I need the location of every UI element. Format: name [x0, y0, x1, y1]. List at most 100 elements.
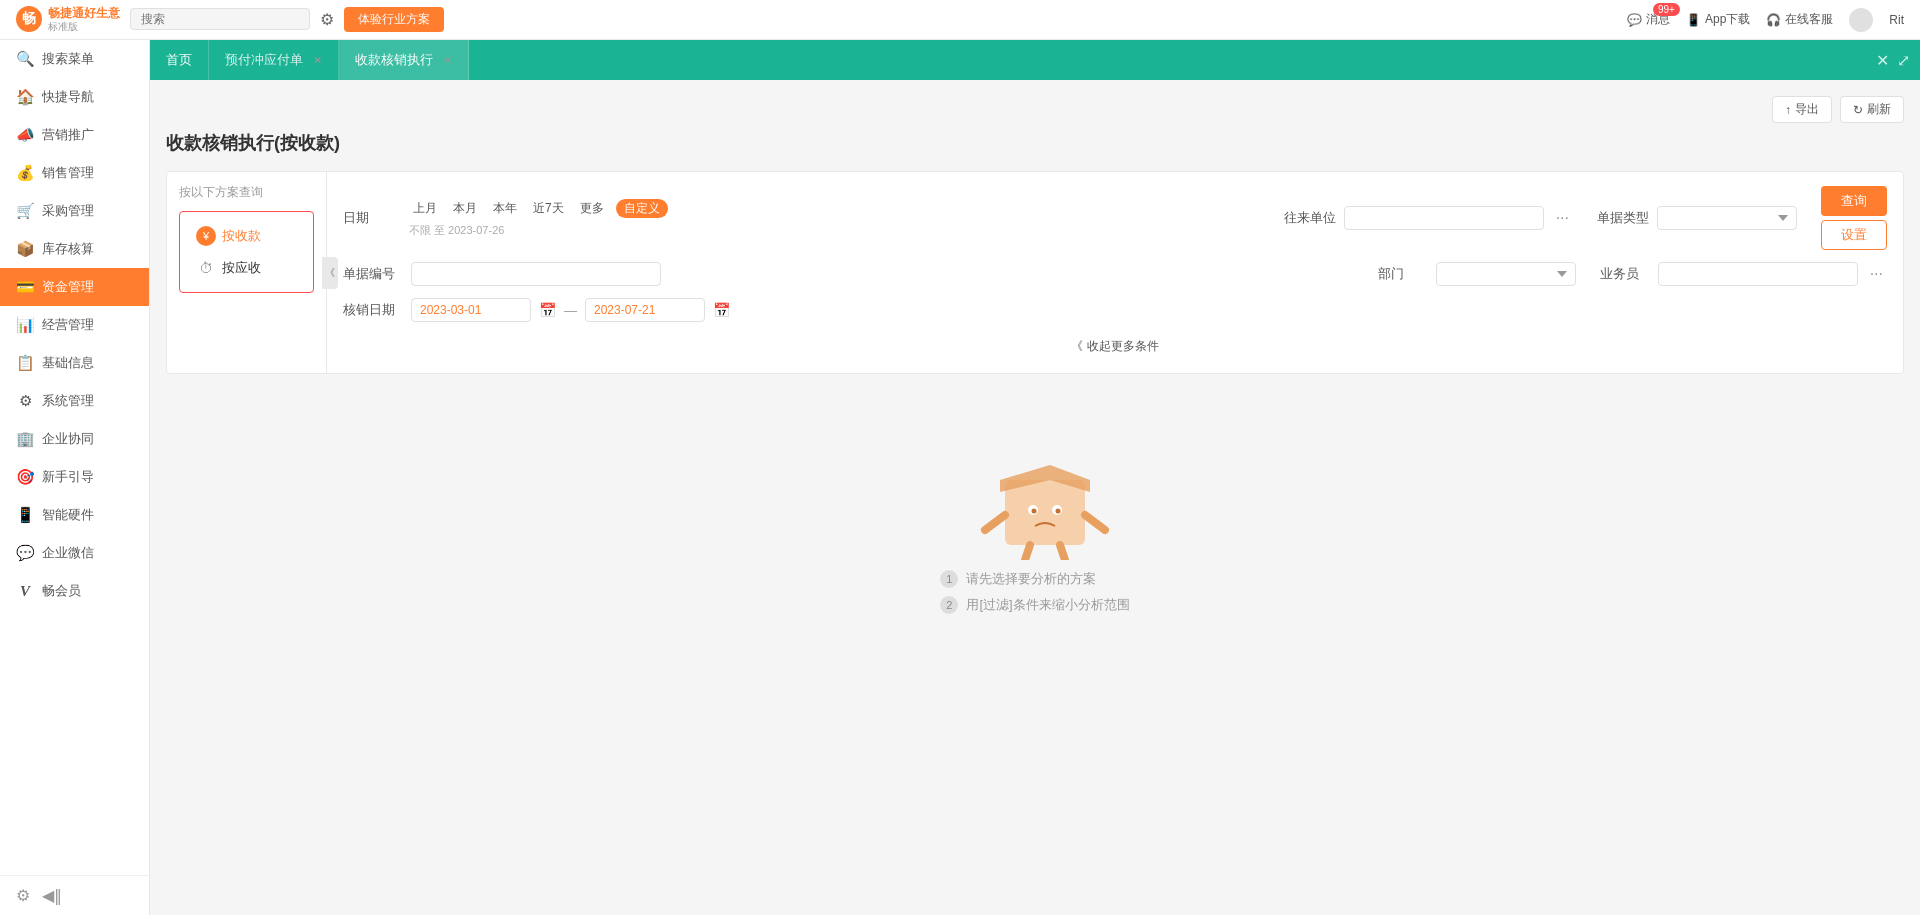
date-shortcut-more[interactable]: 更多: [576, 198, 608, 219]
bill-no-input[interactable]: [411, 262, 661, 286]
tab-home[interactable]: 首页: [150, 40, 209, 80]
tab-expand-button[interactable]: ⤢: [1897, 51, 1910, 70]
top-bar-left: 畅 畅捷通好生意 标准版 ⚙ 体验行业方案: [16, 6, 444, 32]
verify-date-end-calendar-icon[interactable]: 📅: [713, 302, 730, 318]
more-conditions-icon: 《: [1071, 338, 1083, 355]
verify-date-end-input[interactable]: [585, 298, 705, 322]
step-num-1: 1: [940, 570, 958, 588]
date-range-hint: 不限 至 2023-07-26: [409, 223, 668, 238]
sidebar-item-search-menu[interactable]: 🔍 搜索菜单: [0, 40, 149, 78]
bill-type-label: 单据类型: [1597, 209, 1649, 227]
more-conditions-label: 收起更多条件: [1087, 338, 1159, 355]
finance-icon: 💳: [16, 278, 34, 296]
sidebar-label-finance: 资金管理: [42, 278, 94, 296]
empty-step-2: 2 用[过滤]条件来缩小分析范围: [940, 596, 1129, 614]
dept-select[interactable]: [1436, 262, 1576, 286]
user-name: Rit: [1889, 13, 1904, 27]
empty-svg: [975, 450, 1115, 560]
content-area: 首页 预付冲应付单 ✕ 收款核销执行 ✕ ✕ ⤢ ↑ 导出: [150, 40, 1920, 915]
empty-text: 1 请先选择要分析的方案 2 用[过滤]条件来缩小分析范围: [940, 570, 1129, 614]
sidebar-item-guide[interactable]: 🎯 新手引导: [0, 458, 149, 496]
svg-point-5: [1056, 509, 1061, 514]
filter-right-panel: 日期 上月 本月 本年 近7天 更多 自定义 不限 至 2023-07-26: [327, 172, 1903, 373]
tab-receipt[interactable]: 收款核销执行 ✕: [339, 40, 469, 80]
tab-prepay[interactable]: 预付冲应付单 ✕: [209, 40, 339, 80]
sidebar-item-operations[interactable]: 📊 经营管理: [0, 306, 149, 344]
query-button[interactable]: 查询: [1821, 186, 1887, 216]
inventory-icon: 📦: [16, 240, 34, 258]
by-receipt-icon: ¥: [196, 226, 216, 246]
verify-date-start-calendar-icon[interactable]: 📅: [539, 302, 556, 318]
filter-left-title: 按以下方案查询: [179, 184, 314, 201]
sidebar-label-sales: 销售管理: [42, 164, 94, 182]
filter-option-by-receivable-label: 按应收: [222, 259, 261, 277]
message-area[interactable]: 💬 消息 99+: [1627, 11, 1670, 28]
sidebar-label-member: 畅会员: [42, 582, 81, 600]
sidebar-item-wechat[interactable]: 💬 企业微信: [0, 534, 149, 572]
app-name: 畅捷通好生意: [48, 6, 120, 20]
bill-type-select[interactable]: [1657, 206, 1797, 230]
setting-button[interactable]: 设置: [1821, 220, 1887, 250]
sidebar-bottom: ⚙ ◀‖: [0, 875, 149, 915]
verify-date-start-input[interactable]: [411, 298, 531, 322]
tab-prepay-close-icon[interactable]: ✕: [313, 54, 322, 67]
top-search-input[interactable]: [130, 8, 310, 30]
tab-receipt-close-icon[interactable]: ✕: [443, 54, 452, 67]
sidebar-item-marketing[interactable]: 📣 营销推广: [0, 116, 149, 154]
online-service[interactable]: 🎧 在线客服: [1766, 11, 1833, 28]
sidebar-label-wechat: 企业微信: [42, 544, 94, 562]
settings-gear-icon[interactable]: ⚙: [320, 10, 334, 29]
sidebar-collapse-icon[interactable]: ◀‖: [42, 886, 62, 905]
filter-row-1: 日期 上月 本月 本年 近7天 更多 自定义 不限 至 2023-07-26: [343, 186, 1887, 250]
tab-receipt-label: 收款核销执行: [355, 51, 433, 69]
trial-button[interactable]: 体验行业方案: [344, 7, 444, 32]
staff-more-icon[interactable]: ···: [1866, 265, 1887, 283]
more-conditions-toggle[interactable]: 《 收起更多条件: [343, 334, 1887, 359]
app-download[interactable]: 📱 App下载: [1686, 11, 1750, 28]
tab-prepay-label: 预付冲应付单: [225, 51, 303, 69]
sidebar-item-system[interactable]: ⚙ 系统管理: [0, 382, 149, 420]
export-button[interactable]: ↑ 导出: [1772, 96, 1832, 123]
sidebar-label-system: 系统管理: [42, 392, 94, 410]
counterparty-more-icon[interactable]: ···: [1552, 209, 1573, 227]
svg-line-9: [1060, 545, 1065, 560]
filter-options-border: ¥ 按收款 ⏱ 按应收: [179, 211, 314, 293]
sidebar-item-member[interactable]: V 畅会员: [0, 572, 149, 610]
tab-close-all-button[interactable]: ✕: [1876, 51, 1889, 70]
system-icon: ⚙: [16, 392, 34, 410]
wechat-icon: 💬: [16, 544, 34, 562]
counterparty-input[interactable]: [1344, 206, 1544, 230]
filter-panel-collapse-arrow[interactable]: 《: [322, 257, 338, 289]
search-menu-icon: 🔍: [16, 50, 34, 68]
sidebar-label-inventory: 库存核算: [42, 240, 94, 258]
date-label: 日期: [343, 209, 393, 227]
date-shortcut-this-month[interactable]: 本月: [449, 198, 481, 219]
date-shortcut-this-year[interactable]: 本年: [489, 198, 521, 219]
page-title: 收款核销执行(按收款): [166, 131, 1904, 155]
date-shortcut-7days[interactable]: 近7天: [529, 198, 568, 219]
empty-step-1-label: 请先选择要分析的方案: [966, 570, 1096, 588]
user-avatar: [1849, 8, 1873, 32]
sidebar-label-hardware: 智能硬件: [42, 506, 94, 524]
filter-left-panel: 按以下方案查询 ¥ 按收款 ⏱ 按应收 《: [167, 172, 327, 373]
dept-field-group: 部门: [1378, 262, 1576, 286]
sidebar-item-hardware[interactable]: 📱 智能硬件: [0, 496, 149, 534]
svg-line-8: [1025, 545, 1030, 560]
sidebar-item-basic-info[interactable]: 📋 基础信息: [0, 344, 149, 382]
refresh-button[interactable]: ↻ 刷新: [1840, 96, 1904, 123]
sidebar-item-finance[interactable]: 💳 资金管理: [0, 268, 149, 306]
sidebar-item-purchase[interactable]: 🛒 采购管理: [0, 192, 149, 230]
filter-option-by-receipt[interactable]: ¥ 按收款: [188, 220, 305, 252]
sidebar-settings-icon[interactable]: ⚙: [16, 886, 30, 905]
svg-line-7: [1085, 515, 1105, 530]
filter-option-by-receivable[interactable]: ⏱ 按应收: [188, 252, 305, 284]
sidebar-item-quick-nav[interactable]: 🏠 快捷导航: [0, 78, 149, 116]
date-shortcut-last-month[interactable]: 上月: [409, 198, 441, 219]
main-tab-bar: 首页 预付冲应付单 ✕ 收款核销执行 ✕ ✕ ⤢: [150, 40, 1920, 80]
date-shortcut-custom[interactable]: 自定义: [616, 199, 668, 218]
staff-input[interactable]: [1658, 262, 1858, 286]
sidebar-item-sales[interactable]: 💰 销售管理: [0, 154, 149, 192]
sidebar-label-basic-info: 基础信息: [42, 354, 94, 372]
sidebar-item-enterprise[interactable]: 🏢 企业协同: [0, 420, 149, 458]
sidebar-item-inventory[interactable]: 📦 库存核算: [0, 230, 149, 268]
